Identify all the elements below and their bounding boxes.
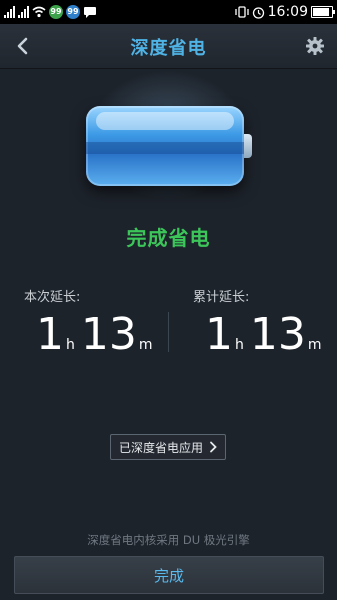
current-hours-unit: h [66, 337, 75, 353]
status-text: 完成省电 [126, 226, 211, 250]
notification-badge: 99 [49, 5, 63, 19]
page-title: 深度省电 [130, 38, 207, 59]
total-extension-value: 1 h 13 m [205, 310, 328, 360]
current-extension-value: 1 h 13 m [36, 310, 159, 360]
total-minutes: 13 [249, 309, 306, 360]
battery-body [86, 106, 244, 186]
applied-apps-button[interactable]: 已深度省电应用 [110, 434, 226, 460]
total-hours: 1 [205, 309, 233, 360]
current-minutes: 13 [80, 309, 137, 360]
total-hours-unit: h [235, 337, 244, 353]
battery-icon [86, 106, 256, 192]
status-right: 16:09 [234, 4, 335, 20]
engine-footnote: 深度省电内核采用 DU 极光引擎 [87, 533, 250, 547]
battery-icon [311, 6, 335, 18]
done-button[interactable]: 完成 [14, 556, 324, 594]
chevron-right-icon [210, 441, 217, 453]
status-bar: 99 99 16:09 [0, 0, 337, 24]
vibrate-icon [234, 6, 249, 18]
signal-icon [4, 6, 15, 18]
notification-badge: 99 [66, 5, 80, 19]
wifi-icon [32, 6, 46, 18]
gear-icon[interactable] [305, 36, 325, 56]
done-button-label: 完成 [153, 566, 184, 585]
status-left: 99 99 [4, 5, 97, 19]
applied-apps-label: 已深度省电应用 [118, 440, 203, 455]
stats-divider [168, 312, 169, 352]
current-minutes-unit: m [138, 337, 153, 353]
battery-tip [244, 134, 252, 158]
chat-icon [84, 6, 96, 18]
app-header: 深度省电 [0, 24, 337, 69]
signal-icon [18, 6, 29, 18]
current-extension-label: 本次延长: [24, 290, 81, 305]
total-minutes-unit: m [307, 337, 322, 353]
alarm-icon [252, 6, 264, 19]
current-hours: 1 [36, 309, 64, 360]
status-time: 16:09 [267, 4, 308, 20]
total-extension-label: 累计延长: [193, 290, 250, 305]
